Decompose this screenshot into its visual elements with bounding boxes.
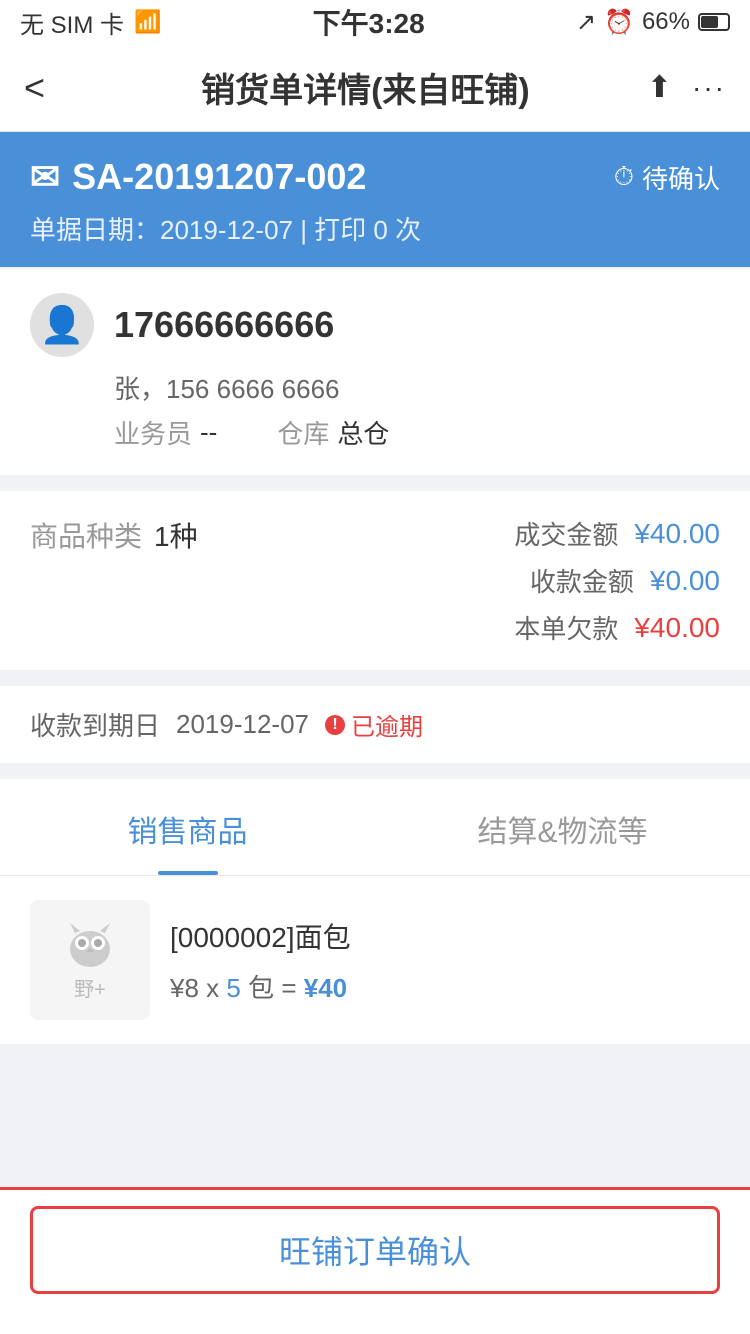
customer-name: 张，156 6666 6666 xyxy=(114,369,720,406)
product-type-value: 1种 xyxy=(154,515,198,555)
product-list: 野+ [0000002]面包 ¥8 x 5 包 = ¥40 xyxy=(0,876,750,1045)
customer-section: 👤 17666666666 张，156 6666 6666 业务员 -- 仓库 … xyxy=(0,269,750,475)
debt-label: 本单欠款 xyxy=(514,609,618,646)
due-date-value: 2019-12-07 xyxy=(176,709,309,740)
order-status: ⏱ 待确认 xyxy=(614,159,720,196)
received-value: ¥0.00 xyxy=(650,565,720,597)
due-date-label: 收款到期日 xyxy=(30,706,160,743)
tabs-section: 销售商品 结算&物流等 xyxy=(0,779,750,1045)
overdue-icon: ! xyxy=(325,715,345,735)
warehouse-label: 仓库 xyxy=(277,414,329,451)
share-icon[interactable]: ⬆ xyxy=(647,70,672,105)
product-name: [0000002]面包 xyxy=(170,916,720,956)
due-date-section: 收款到期日 2019-12-07 ! 已逾期 xyxy=(0,686,750,763)
product-calculation: ¥8 x 5 包 = ¥40 xyxy=(170,968,720,1005)
battery-icon xyxy=(698,13,730,31)
more-menu-button[interactable]: ··· xyxy=(692,72,726,104)
summary-section: 商品种类 1种 成交金额 ¥40.00 收款金额 ¥0.00 本单欠款 ¥40.… xyxy=(0,491,750,670)
product-type-group: 商品种类 1种 xyxy=(30,515,198,555)
product-info: [0000002]面包 ¥8 x 5 包 = ¥40 xyxy=(170,916,720,1005)
overdue-badge: ! 已逾期 xyxy=(325,707,423,742)
product-mult: x xyxy=(206,973,226,1003)
location-icon: ↗ xyxy=(576,8,596,37)
overdue-text: 已逾期 xyxy=(351,707,423,742)
tabs-header: 销售商品 结算&物流等 xyxy=(0,779,750,876)
salesperson-item: 业务员 -- xyxy=(114,414,217,451)
warehouse-item: 仓库 总仓 xyxy=(277,414,389,451)
tab-products[interactable]: 销售商品 xyxy=(0,779,375,875)
product-unit: 包 xyxy=(248,973,274,1003)
wifi-icon: 📶 xyxy=(134,9,161,35)
product-qty: 5 xyxy=(226,973,240,1003)
nav-bar: < 销货单详情(来自旺铺) ⬆ ··· xyxy=(0,44,750,132)
product-thumbnail: 野+ xyxy=(30,900,150,1020)
warehouse-value: 总仓 xyxy=(337,414,389,451)
order-banner-top: ✉ SA-20191207-002 ⏱ 待确认 xyxy=(30,156,720,198)
avatar: 👤 xyxy=(30,293,94,357)
product-type-label: 商品种类 xyxy=(30,515,142,555)
battery-text: 66% xyxy=(642,8,690,36)
nav-actions: ⬆ ··· xyxy=(647,70,726,105)
amount-label: 成交金额 xyxy=(514,515,618,552)
product-item: 野+ [0000002]面包 ¥8 x 5 包 = ¥40 xyxy=(0,876,750,1045)
received-row: 收款金额 ¥0.00 xyxy=(530,562,720,599)
amounts-group: 成交金额 ¥40.00 收款金额 ¥0.00 本单欠款 ¥40.00 xyxy=(514,515,720,646)
received-label: 收款金额 xyxy=(530,562,634,599)
alarm-icon: ⏰ xyxy=(604,8,634,37)
customer-phone: 17666666666 xyxy=(114,304,334,346)
confirm-order-button[interactable]: 旺铺订单确认 xyxy=(30,1206,720,1294)
carrier-text: 无 SIM 卡 xyxy=(20,5,124,40)
product-equals: = xyxy=(281,973,303,1003)
bottom-button-area: 旺铺订单确认 xyxy=(0,1187,750,1334)
amount-value: ¥40.00 xyxy=(634,518,720,550)
amount-row: 成交金额 ¥40.00 xyxy=(514,515,720,552)
brand-plus-label: 野+ xyxy=(74,973,106,1002)
order-banner: ✉ SA-20191207-002 ⏱ 待确认 单据日期：2019-12-07 … xyxy=(0,132,750,267)
status-left: 无 SIM 卡 📶 xyxy=(20,5,161,40)
status-bar: 无 SIM 卡 📶 下午3:28 ↗ ⏰ 66% xyxy=(0,0,750,44)
product-logo-icon xyxy=(60,919,120,969)
order-id: ✉ SA-20191207-002 xyxy=(30,156,366,198)
customer-meta: 业务员 -- 仓库 总仓 xyxy=(114,414,720,451)
product-thumb-inner: 野+ xyxy=(60,919,120,1002)
order-envelope-icon: ✉ xyxy=(30,156,60,198)
salesperson-value: -- xyxy=(200,417,217,448)
debt-value: ¥40.00 xyxy=(634,612,720,644)
status-right: ↗ ⏰ 66% xyxy=(576,8,730,37)
tab-settlement[interactable]: 结算&物流等 xyxy=(375,779,750,875)
debt-row: 本单欠款 ¥40.00 xyxy=(514,609,720,646)
page-title: 销货单详情(来自旺铺) xyxy=(84,63,647,112)
avatar-icon: 👤 xyxy=(40,304,85,346)
order-date: 单据日期：2019-12-07 | 打印 0 次 xyxy=(30,210,720,247)
time-display: 下午3:28 xyxy=(313,2,425,42)
customer-row: 👤 17666666666 xyxy=(30,293,720,357)
product-total: ¥40 xyxy=(304,973,347,1003)
back-button[interactable]: < xyxy=(24,67,84,109)
salesperson-label: 业务员 xyxy=(114,414,192,451)
product-price: ¥8 xyxy=(170,973,199,1003)
clock-icon: ⏱ xyxy=(614,161,634,193)
